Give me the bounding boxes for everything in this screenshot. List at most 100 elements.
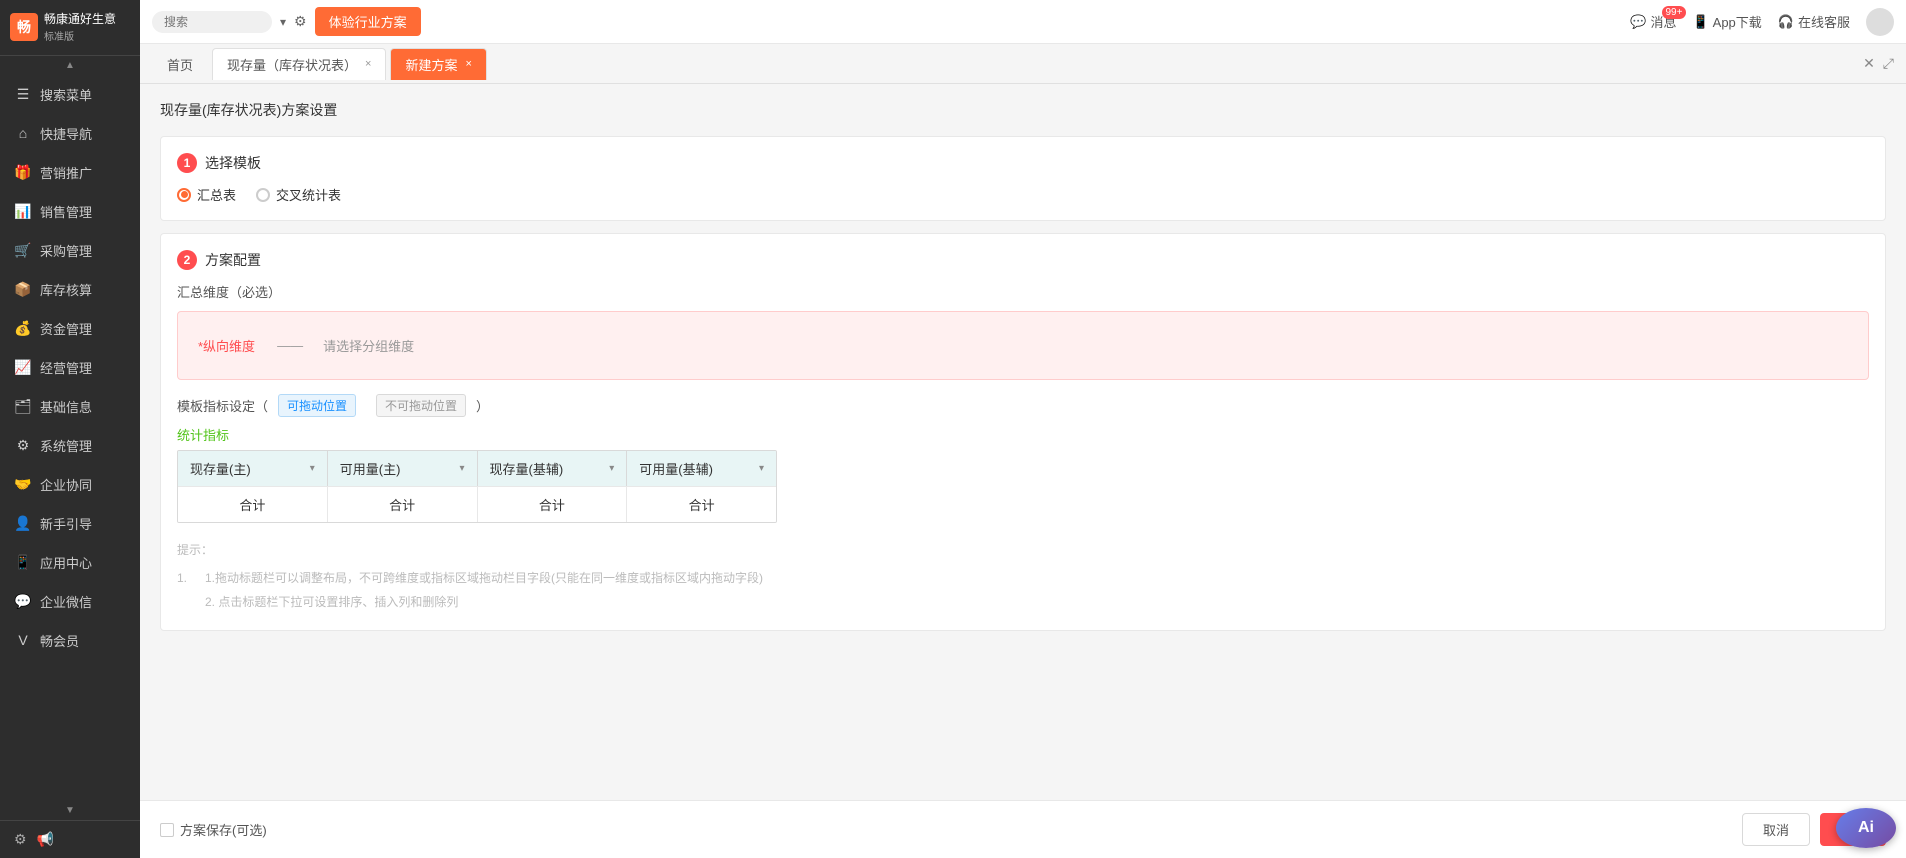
sidebar-item-inventory[interactable]: 📦 库存核算: [0, 270, 140, 309]
tip-num-1: 1.: [177, 566, 197, 590]
tab-home-label: 首页: [167, 55, 193, 74]
expand-icon[interactable]: ⤢: [1883, 55, 1894, 72]
sidebar-label-marketing: 营销推广: [40, 163, 92, 182]
message-badge: 99+: [1662, 6, 1687, 19]
save-checkbox[interactable]: [160, 823, 174, 837]
table-data-row-0: 合计 合计 合计 合计: [178, 486, 776, 522]
wechat-icon: 💬: [14, 592, 32, 610]
indicator-config-line: 模板指标设定（ 可拖动位置 不可拖动位置 ）: [177, 394, 1869, 417]
sidebar-label-search: 搜索菜单: [40, 85, 92, 104]
radio-cross-table[interactable]: 交叉统计表: [256, 185, 341, 204]
dropdown-button[interactable]: ▾: [280, 15, 286, 29]
cart-icon: 🛒: [14, 241, 32, 259]
app-label: App下载: [1713, 12, 1762, 31]
radio-summary-table[interactable]: 汇总表: [177, 185, 236, 204]
app-download-button[interactable]: 📱 App下载: [1692, 12, 1761, 31]
settings-bottom-icon[interactable]: ⚙: [14, 831, 27, 848]
tab-new-plan-close[interactable]: ×: [465, 58, 471, 70]
plan-config: 汇总维度（必选） *纵向维度 —— 请选择分组维度 模板指标设定（ 可拖动位置 …: [177, 282, 1869, 614]
sidebar-item-marketing[interactable]: 🎁 营销推广: [0, 153, 140, 192]
tip-2: 2. 点击标题栏下拉可设置排序、插入列和删除列: [177, 590, 1869, 614]
sidebar-item-operations[interactable]: 📈 经营管理: [0, 348, 140, 387]
tab-inventory-label: 现存量（库存状况表）: [227, 55, 357, 74]
sidebar-item-app-center[interactable]: 📱 应用中心: [0, 543, 140, 582]
sidebar-scroll-down[interactable]: ▼: [0, 801, 140, 820]
sidebar-label-quick: 快捷导航: [40, 124, 92, 143]
sidebar-item-vip[interactable]: V 畅会员: [0, 621, 140, 660]
tips-area: 提示： 1. 1.拖动标题栏可以调整布局，不可跨维度或指标区域拖动栏目字段(只能…: [177, 538, 1869, 614]
radio-cross-label: 交叉统计表: [276, 185, 341, 204]
cancel-button[interactable]: 取消: [1742, 813, 1810, 846]
tip-text-2: 2. 点击标题栏下拉可设置排序、插入列和删除列: [205, 590, 458, 614]
trial-button[interactable]: 体验行业方案: [315, 7, 421, 36]
topbar-right: 💬 消息 99+ 📱 App下载 🎧 在线客服: [1630, 8, 1894, 36]
summary-dimension-label: 汇总维度（必选）: [177, 282, 1869, 301]
customer-service-button[interactable]: 🎧 在线客服: [1778, 12, 1850, 31]
sidebar-item-finance[interactable]: 💰 资金管理: [0, 309, 140, 348]
radio-summary-indicator: [177, 188, 191, 202]
dimension-dash: ——: [277, 338, 303, 353]
tab-inventory[interactable]: 现存量（库存状况表） ×: [212, 48, 386, 80]
table-header-cell-1[interactable]: 可用量(主) ▾: [328, 451, 478, 486]
sidebar-label-operations: 经营管理: [40, 358, 92, 377]
step1-title: 选择模板: [205, 153, 261, 173]
user-avatar[interactable]: [1866, 8, 1894, 36]
gift-icon: 🎁: [14, 163, 32, 181]
tab-inventory-close[interactable]: ×: [365, 58, 371, 70]
sidebar-item-purchase[interactable]: 🛒 采购管理: [0, 231, 140, 270]
sidebar-scroll-up[interactable]: ▲: [0, 56, 140, 75]
table-header-cell-3[interactable]: 可用量(基辅) ▾: [627, 451, 776, 486]
app-name: 畅康通好生意: [44, 12, 116, 28]
step2-header: 2 方案配置: [177, 250, 1869, 270]
table-cell-0-2: 合计: [478, 486, 628, 522]
tab-home[interactable]: 首页: [152, 48, 208, 80]
content-area: 现存量(库存状况表)方案设置 1 选择模板 汇总表 交叉统计表 2: [140, 84, 1906, 800]
sidebar-item-collab[interactable]: 🤝 企业协同: [0, 465, 140, 504]
speaker-icon[interactable]: 📢: [37, 831, 54, 848]
collab-icon: 🤝: [14, 475, 32, 493]
ai-float-button[interactable]: Ai: [1836, 808, 1896, 848]
sidebar-item-search[interactable]: ☰ 搜索菜单: [0, 75, 140, 114]
radio-summary-label: 汇总表: [197, 185, 236, 204]
tip-text-1: 1.拖动标题栏可以调整布局，不可跨维度或指标区域拖动栏目字段(只能在同一维度或指…: [205, 566, 763, 590]
sidebar-label-collab: 企业协同: [40, 475, 92, 494]
message-button[interactable]: 💬 消息 99+: [1630, 12, 1676, 31]
step1-header: 1 选择模板: [177, 153, 1869, 173]
sidebar-item-system[interactable]: ⚙ 系统管理: [0, 426, 140, 465]
template-radio-group: 汇总表 交叉统计表: [177, 185, 1869, 204]
sidebar-item-sales[interactable]: 📊 销售管理: [0, 192, 140, 231]
step2-number: 2: [177, 250, 197, 270]
tab-new-plan[interactable]: 新建方案 ×: [390, 48, 486, 80]
page-title: 现存量(库存状况表)方案设置: [160, 100, 1886, 120]
topbar-gear-icon[interactable]: ⚙: [294, 13, 307, 30]
database-icon: 🗂: [14, 397, 32, 415]
sidebar: 畅 畅康通好生意 标准版 ▲ ☰ 搜索菜单 ⌂ 快捷导航 🎁 营销推广 📊 销售…: [0, 0, 140, 858]
chevron-3: ▾: [759, 463, 764, 474]
draggable-position-badge: 可拖动位置: [278, 394, 356, 417]
dimension-area[interactable]: *纵向维度 —— 请选择分组维度: [177, 311, 1869, 380]
close-panel-icon[interactable]: ✕: [1863, 55, 1875, 72]
sidebar-item-wechat[interactable]: 💬 企业微信: [0, 582, 140, 621]
sidebar-item-quick-nav[interactable]: ⌂ 快捷导航: [0, 114, 140, 153]
sidebar-bottom: ⚙ 📢: [0, 820, 140, 858]
col-header-1: 可用量(主): [340, 459, 401, 478]
table-header-cell-2[interactable]: 现存量(基辅) ▾: [478, 451, 628, 486]
table-cell-0-0: 合计: [178, 486, 328, 522]
step1-number: 1: [177, 153, 197, 173]
mobile-icon: 📱: [14, 553, 32, 571]
topbar: ▾ ⚙ 体验行业方案 💬 消息 99+ 📱 App下载 🎧 在线客服: [140, 0, 1906, 44]
ai-label: Ai: [1858, 819, 1874, 837]
service-icon: 🎧: [1778, 14, 1794, 30]
search-input[interactable]: [152, 11, 272, 33]
indicator-suffix: ）: [476, 396, 489, 415]
sidebar-item-guide[interactable]: 👤 新手引导: [0, 504, 140, 543]
dimension-placeholder: 请选择分组维度: [323, 336, 414, 355]
save-option-checkbox[interactable]: 方案保存(可选): [160, 820, 267, 839]
step2-title: 方案配置: [205, 250, 261, 270]
tab-right-icons: ✕ ⤢: [1863, 55, 1894, 72]
sidebar-item-basic-info[interactable]: 🗂 基础信息: [0, 387, 140, 426]
chart-icon: 📊: [14, 202, 32, 220]
required-mark: *纵向维度: [198, 336, 255, 355]
save-option-label: 方案保存(可选): [180, 820, 267, 839]
table-header-cell-0[interactable]: 现存量(主) ▾: [178, 451, 328, 486]
